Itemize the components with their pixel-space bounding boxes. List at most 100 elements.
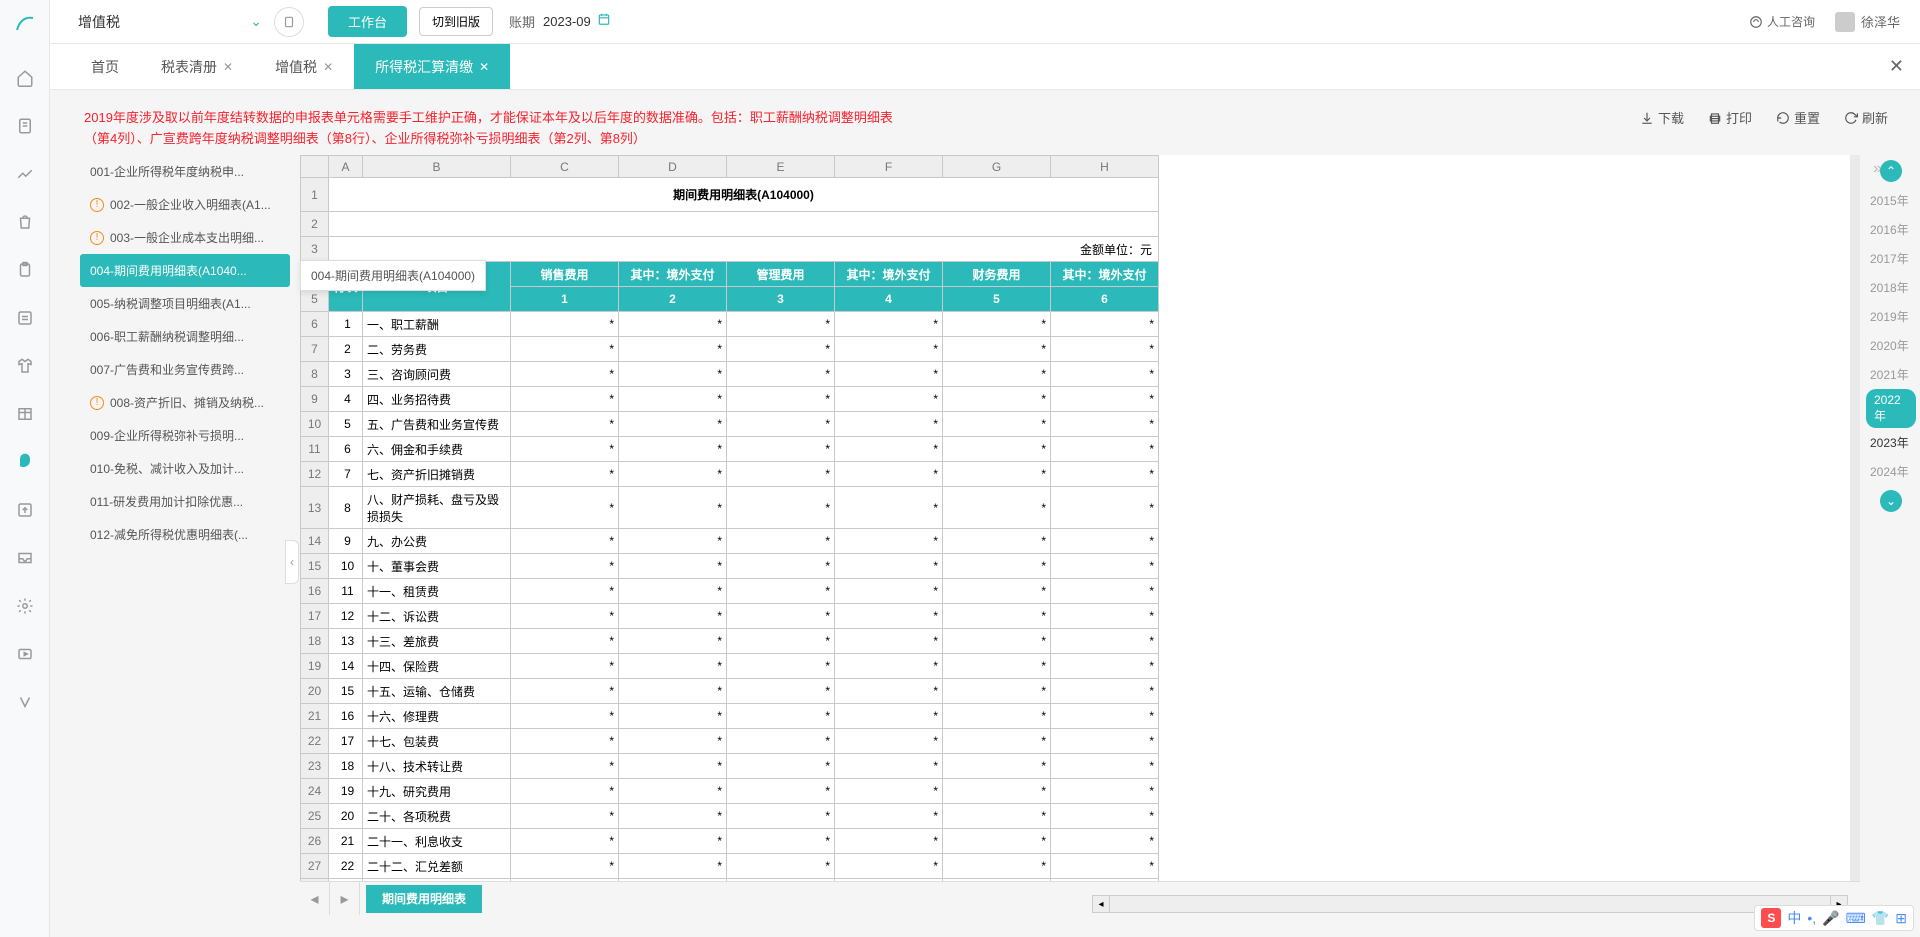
data-cell[interactable]: * <box>1051 529 1159 554</box>
tab-1[interactable]: 税表清册✕ <box>140 44 254 89</box>
data-cell[interactable]: * <box>835 779 943 804</box>
clipboard-icon[interactable] <box>13 258 37 282</box>
download-button[interactable]: 下载 <box>1640 108 1684 127</box>
data-cell[interactable]: * <box>943 437 1051 462</box>
data-cell[interactable]: * <box>619 487 727 529</box>
data-cell[interactable]: * <box>511 804 619 829</box>
data-cell[interactable]: * <box>835 529 943 554</box>
data-cell[interactable]: * <box>1051 704 1159 729</box>
data-cell[interactable]: * <box>727 462 835 487</box>
year-item[interactable]: 2019年 <box>1866 302 1916 331</box>
data-cell[interactable]: * <box>511 312 619 337</box>
data-cell[interactable]: * <box>835 729 943 754</box>
data-cell[interactable]: * <box>511 854 619 879</box>
data-cell[interactable]: * <box>511 604 619 629</box>
data-cell[interactable]: * <box>727 604 835 629</box>
data-cell[interactable]: * <box>943 529 1051 554</box>
table-icon[interactable] <box>13 402 37 426</box>
video-icon[interactable] <box>13 642 37 666</box>
data-cell[interactable]: * <box>727 654 835 679</box>
chart-icon[interactable] <box>13 162 37 186</box>
data-cell[interactable]: * <box>943 312 1051 337</box>
year-item[interactable]: 2021年 <box>1866 360 1916 389</box>
data-cell[interactable]: * <box>943 487 1051 529</box>
data-cell[interactable]: * <box>619 754 727 779</box>
data-cell[interactable]: * <box>511 529 619 554</box>
data-cell[interactable]: * <box>727 729 835 754</box>
data-cell[interactable]: * <box>835 462 943 487</box>
shirt-icon[interactable] <box>13 354 37 378</box>
form-list-item[interactable]: 009-企业所得税弥补亏损明... <box>80 419 290 452</box>
data-cell[interactable]: * <box>1051 604 1159 629</box>
data-cell[interactable]: * <box>727 754 835 779</box>
data-cell[interactable]: * <box>727 554 835 579</box>
data-cell[interactable]: * <box>835 604 943 629</box>
tax-active-icon[interactable] <box>13 450 37 474</box>
data-cell[interactable]: * <box>943 729 1051 754</box>
data-cell[interactable]: * <box>943 554 1051 579</box>
form-list-item[interactable]: 005-纳税调整项目明细表(A1... <box>80 287 290 320</box>
data-cell[interactable]: * <box>1051 487 1159 529</box>
data-cell[interactable]: * <box>727 804 835 829</box>
data-cell[interactable]: * <box>1051 387 1159 412</box>
reset-button[interactable]: 重置 <box>1776 108 1820 127</box>
data-cell[interactable]: * <box>835 487 943 529</box>
data-cell[interactable]: * <box>943 779 1051 804</box>
data-cell[interactable]: * <box>943 462 1051 487</box>
form-list-item[interactable]: 012-减免所得税优惠明细表(... <box>80 518 290 551</box>
form-list-item[interactable]: 001-企业所得税年度纳税申... <box>80 155 290 188</box>
data-cell[interactable]: * <box>619 779 727 804</box>
data-cell[interactable]: * <box>619 729 727 754</box>
data-cell[interactable]: * <box>619 704 727 729</box>
data-cell[interactable]: * <box>943 854 1051 879</box>
inbox-icon[interactable] <box>13 546 37 570</box>
data-cell[interactable]: * <box>727 704 835 729</box>
data-cell[interactable]: * <box>1051 754 1159 779</box>
data-cell[interactable]: * <box>943 754 1051 779</box>
data-cell[interactable]: * <box>943 604 1051 629</box>
data-cell[interactable]: * <box>727 779 835 804</box>
horizontal-scrollbar[interactable]: ◂▸ <box>1092 895 1848 913</box>
data-cell[interactable]: * <box>511 579 619 604</box>
data-cell[interactable]: * <box>619 804 727 829</box>
tab-2[interactable]: 增值税✕ <box>254 44 354 89</box>
data-cell[interactable]: * <box>835 312 943 337</box>
data-cell[interactable]: * <box>511 679 619 704</box>
data-cell[interactable]: * <box>1051 654 1159 679</box>
year-item[interactable]: 2015年 <box>1866 186 1916 215</box>
collapse-panel-handle[interactable]: ‹ <box>285 540 299 584</box>
ime-skin-icon[interactable]: 👕 <box>1872 910 1889 927</box>
document-icon[interactable] <box>13 114 37 138</box>
data-cell[interactable]: * <box>619 579 727 604</box>
data-cell[interactable]: * <box>727 312 835 337</box>
home-icon[interactable] <box>13 66 37 90</box>
form-list-item[interactable]: 007-广告费和业务宣传费跨... <box>80 353 290 386</box>
data-cell[interactable]: * <box>835 387 943 412</box>
data-cell[interactable]: * <box>943 629 1051 654</box>
data-cell[interactable]: * <box>1051 462 1159 487</box>
data-cell[interactable]: * <box>511 629 619 654</box>
data-cell[interactable]: * <box>727 679 835 704</box>
sheet-tab-active[interactable]: 期间费用明细表 <box>366 885 482 913</box>
settings-icon[interactable] <box>13 594 37 618</box>
data-cell[interactable]: * <box>619 387 727 412</box>
data-cell[interactable]: * <box>727 387 835 412</box>
data-cell[interactable]: * <box>619 679 727 704</box>
data-cell[interactable]: * <box>943 829 1051 854</box>
data-cell[interactable]: * <box>835 829 943 854</box>
export-icon[interactable] <box>13 498 37 522</box>
data-cell[interactable]: * <box>619 437 727 462</box>
data-cell[interactable]: * <box>943 679 1051 704</box>
doc-round-icon[interactable] <box>274 7 304 37</box>
year-item[interactable]: 2024年 <box>1866 457 1916 486</box>
data-cell[interactable]: * <box>943 362 1051 387</box>
tab-0[interactable]: 首页 <box>70 44 140 89</box>
data-cell[interactable]: * <box>511 754 619 779</box>
data-cell[interactable]: * <box>1051 337 1159 362</box>
data-cell[interactable]: * <box>1051 829 1159 854</box>
data-cell[interactable]: * <box>619 604 727 629</box>
data-cell[interactable]: * <box>619 337 727 362</box>
print-button[interactable]: 打印 <box>1708 108 1752 127</box>
v-icon[interactable] <box>13 690 37 714</box>
data-cell[interactable]: * <box>727 362 835 387</box>
